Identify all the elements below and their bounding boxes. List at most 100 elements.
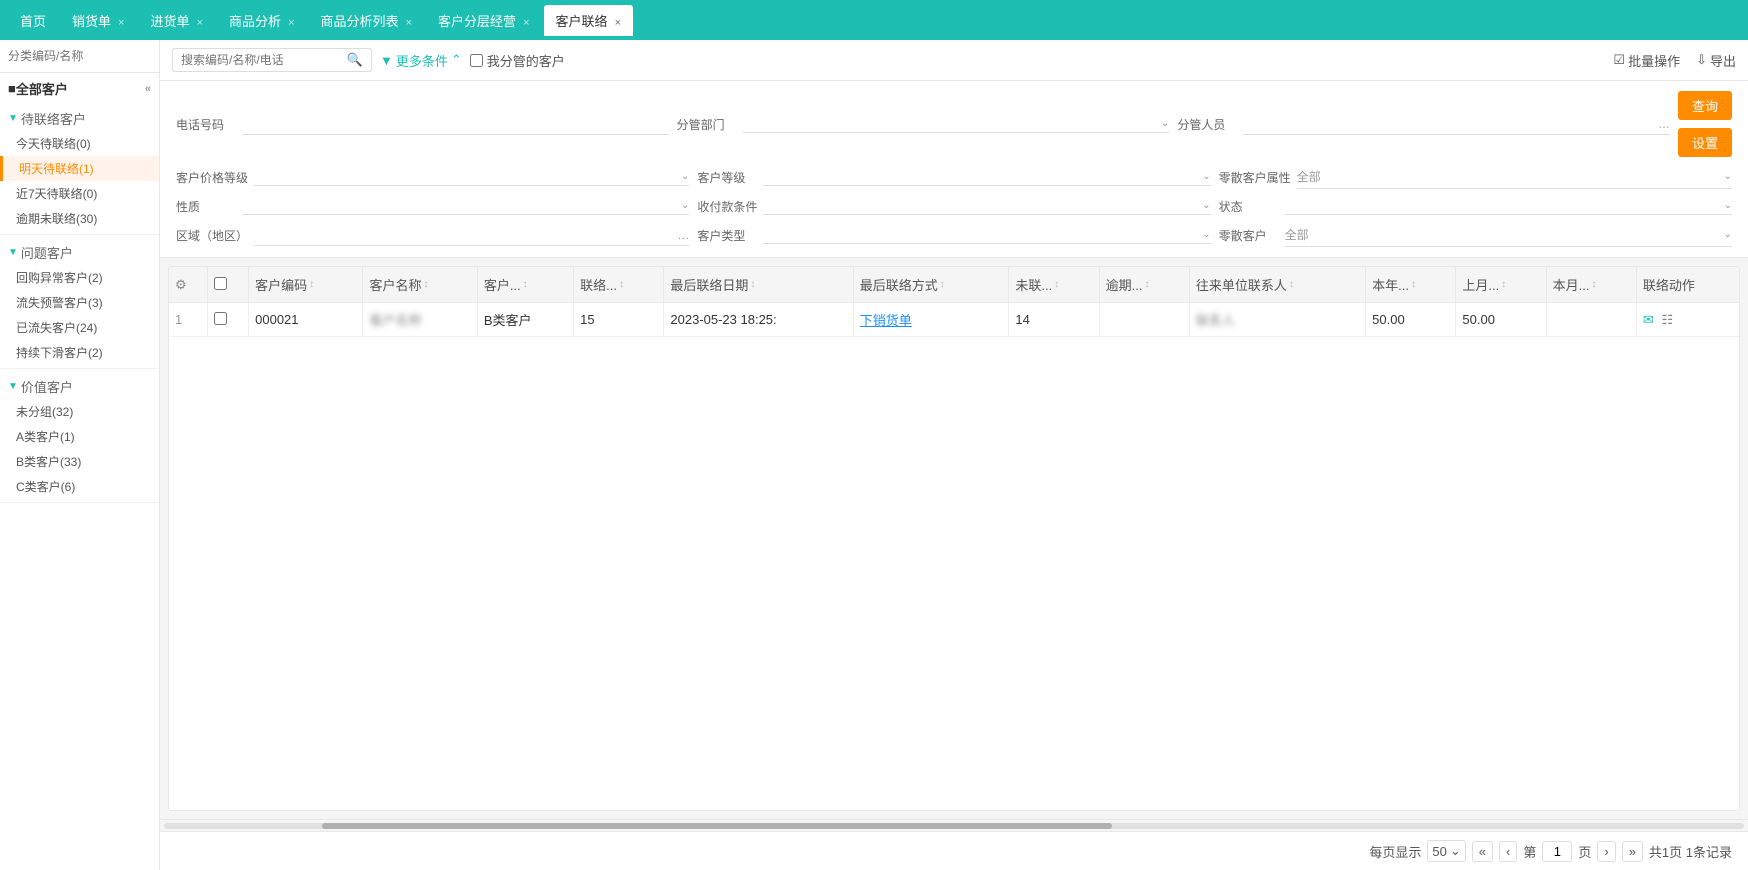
person-ellipsis[interactable]: … [1243, 114, 1670, 135]
sidebar-item-A类客户(1)[interactable]: A类客户(1) [0, 424, 159, 449]
filter-panel: 电话号码 分管部门 ⌄ 分管人员 … [160, 81, 1748, 258]
contact-action-icon[interactable]: ✉ [1643, 312, 1654, 327]
last-page-button[interactable]: » [1622, 841, 1643, 862]
nav-item-商品分析列表[interactable]: 商品分析列表 × [309, 5, 425, 36]
th-not-contacted[interactable]: 未联...↕ [1009, 267, 1099, 303]
close-tab-icon[interactable]: × [285, 17, 294, 29]
gear-icon[interactable]: ⚙ [175, 277, 187, 292]
sidebar-search-input[interactable] [8, 49, 160, 63]
scrollbar-track[interactable] [164, 823, 1744, 829]
total-records: 共1页 1条记录 [1649, 842, 1732, 861]
nav-item-首页[interactable]: 首页 [8, 5, 58, 36]
sidebar-item-逾期未联络(30)[interactable]: 逾期未联络(30) [0, 206, 159, 231]
sidebar-item-未分组(32)[interactable]: 未分组(32) [0, 399, 159, 424]
th-not-contacted-label: 未联... [1015, 275, 1052, 294]
prev-page-button[interactable]: ‹ [1499, 841, 1517, 862]
th-last-method[interactable]: 最后联络方式↕ [853, 267, 1009, 303]
sort-icon-contact-person: ↕ [1289, 279, 1294, 290]
close-tab-icon[interactable]: × [194, 17, 203, 29]
export-button[interactable]: ⇩ 导出 [1696, 51, 1736, 70]
search-button-icon[interactable]: 🔍 [347, 52, 363, 68]
page-number-input[interactable] [1542, 841, 1572, 862]
per-page-caret: ⌄ [1450, 843, 1461, 859]
th-checkbox[interactable] [207, 267, 248, 303]
nav-item-销货单[interactable]: 销货单 × [60, 5, 137, 36]
payment-select[interactable]: ⌄ [763, 197, 1210, 215]
th-overdue[interactable]: 逾期...↕ [1099, 267, 1189, 303]
more-filter-button[interactable]: ▼ 更多条件 ⌃ [380, 51, 462, 70]
sidebar-group-问题客户[interactable]: ▼问题客户 [0, 238, 159, 265]
batch-op-button[interactable]: ☑ 批量操作 [1613, 51, 1680, 70]
region-label: 区域（地区） [176, 227, 248, 244]
nav-item-客户联络[interactable]: 客户联络 × [544, 5, 634, 36]
pagination-bar: 每页显示 50 ⌄ « ‹ 第 页 › » 共1页 1条记录 [160, 831, 1748, 870]
value-grade-select[interactable]: ⌄ [254, 168, 689, 186]
scrollbar-thumb[interactable] [322, 823, 1112, 829]
th-last-date[interactable]: 最后联络日期↕ [664, 267, 853, 303]
th-contacts[interactable]: 联络...↕ [574, 267, 664, 303]
close-tab-icon[interactable]: × [612, 17, 621, 29]
status-caret: ⌄ [1724, 200, 1732, 211]
close-tab-icon[interactable]: × [403, 17, 412, 29]
row-checkbox[interactable] [214, 312, 227, 325]
th-name[interactable]: 客户名称↕ [363, 267, 477, 303]
retail-attr-select[interactable]: 全部 ⌄ [1297, 165, 1732, 189]
sidebar-item-流失预警客户(3)[interactable]: 流失预警客户(3) [0, 290, 159, 315]
sort-icon-not-contacted: ↕ [1054, 279, 1059, 290]
close-tab-icon[interactable]: × [115, 17, 124, 29]
table-row: 1 000021 客户名称 B类客户 15 2023-05-23 18:25: … [169, 303, 1739, 337]
query-button[interactable]: 查询 [1678, 91, 1732, 120]
sidebar-item-持续下滑客户(2)[interactable]: 持续下滑客户(2) [0, 340, 159, 365]
td-check[interactable] [207, 303, 248, 337]
phone-input[interactable] [242, 114, 669, 135]
last-method-link[interactable]: 下销货单 [860, 313, 912, 328]
sidebar-item-近7天待联络(0)[interactable]: 近7天待联络(0) [0, 181, 159, 206]
region-ellipsis[interactable]: … [254, 225, 689, 246]
search-input[interactable] [181, 53, 347, 67]
customer-type-select[interactable]: ⌄ [763, 226, 1210, 244]
th-this-year[interactable]: 本年...↕ [1366, 267, 1456, 303]
set-button[interactable]: 设置 [1678, 128, 1732, 157]
sort-icon-this-year: ↕ [1411, 279, 1416, 290]
grid-action-icon[interactable]: ☷ [1661, 312, 1673, 327]
th-code[interactable]: 客户编码↕ [249, 267, 363, 303]
sidebar-item-回购异常客户(2)[interactable]: 回购异常客户(2) [0, 265, 159, 290]
customer-name: 客户名称 [369, 313, 421, 328]
gender-select[interactable]: ⌄ [242, 197, 689, 215]
all-customers-item[interactable]: ■ 全部客户 « [0, 73, 159, 104]
sidebar-item-已流失客户(24)[interactable]: 已流失客户(24) [0, 315, 159, 340]
td-last-method[interactable]: 下销货单 [853, 303, 1009, 337]
nav-item-商品分析[interactable]: 商品分析 × [217, 5, 307, 36]
th-category[interactable]: 客户...↕ [477, 267, 573, 303]
close-tab-icon[interactable]: × [520, 17, 529, 29]
th-contact-person[interactable]: 往来单位联系人↕ [1189, 267, 1365, 303]
status-select[interactable]: ⌄ [1285, 197, 1732, 215]
sidebar-group-价值客户[interactable]: ▼价值客户 [0, 372, 159, 399]
nav-item-进货单[interactable]: 进货单 × [139, 5, 216, 36]
td-code: 000021 [249, 303, 363, 337]
per-page-select[interactable]: 50 ⌄ [1427, 840, 1465, 862]
th-gear[interactable]: ⚙ [169, 267, 207, 303]
sidebar-item-今天待联络(0)[interactable]: 今天待联络(0) [0, 131, 159, 156]
customer-grade-label: 客户等级 [697, 169, 757, 186]
next-page-button[interactable]: › [1597, 841, 1615, 862]
nav-item-客户分层经营[interactable]: 客户分层经营 × [426, 5, 542, 36]
dept-select[interactable]: ⌄ [743, 115, 1170, 133]
my-customer-checkbox[interactable] [470, 54, 483, 67]
export-icon: ⇩ [1696, 52, 1707, 68]
retail-select[interactable]: 全部 ⌄ [1285, 223, 1732, 247]
sort-icon-this-month: ↕ [1592, 279, 1597, 290]
sidebar-group-待联络客户[interactable]: ▼待联络客户 [0, 104, 159, 131]
sidebar-divider [0, 502, 159, 503]
th-contacts-label: 联络... [580, 275, 617, 294]
sidebar-item-B类客户(33)[interactable]: B类客户(33) [0, 449, 159, 474]
horizontal-scrollbar[interactable] [160, 819, 1748, 831]
customer-grade-select[interactable]: ⌄ [763, 168, 1210, 186]
sidebar-item-明天待联络(1)[interactable]: 明天待联络(1) [0, 156, 159, 181]
per-page-label: 每页显示 [1369, 842, 1421, 861]
sidebar-item-C类客户(6)[interactable]: C类客户(6) [0, 474, 159, 499]
select-all-checkbox[interactable] [214, 277, 227, 290]
first-page-button[interactable]: « [1472, 841, 1493, 862]
th-this-month[interactable]: 本月...↕ [1546, 267, 1636, 303]
th-last-month[interactable]: 上月...↕ [1456, 267, 1546, 303]
